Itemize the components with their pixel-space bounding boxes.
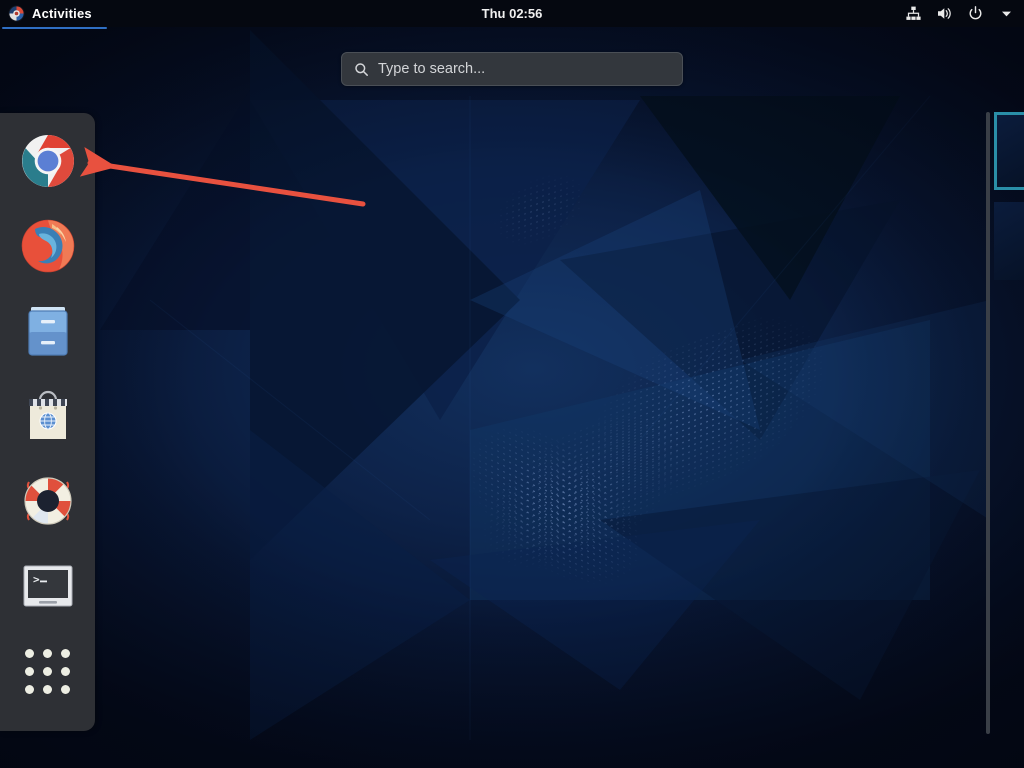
desktop-wallpaper — [0, 0, 1024, 768]
workspace-switcher[interactable] — [980, 104, 1024, 734]
dock-item-terminal[interactable]: > — [14, 549, 82, 623]
activities-active-underline — [2, 26, 107, 29]
activities-button[interactable]: Activities — [0, 0, 107, 29]
power-icon[interactable] — [967, 5, 984, 22]
network-wired-icon[interactable] — [905, 5, 922, 22]
top-bar: Activities Thu 02:56 — [0, 0, 1024, 29]
dock-item-google-chrome[interactable] — [14, 124, 82, 198]
workspace-thumbnail-2[interactable] — [994, 202, 1024, 280]
workspace-rail — [986, 112, 990, 734]
dock-item-firefox[interactable] — [14, 209, 82, 283]
system-tray — [905, 5, 1024, 22]
app-grid-icon — [25, 648, 70, 694]
distro-logo-icon — [8, 5, 25, 22]
chevron-down-icon[interactable] — [998, 5, 1015, 22]
volume-icon[interactable] — [936, 5, 953, 22]
dock-item-software[interactable] — [14, 379, 82, 453]
dock: > — [0, 113, 95, 731]
clock[interactable]: Thu 02:56 — [0, 6, 1024, 21]
activities-label: Activities — [32, 6, 92, 21]
dock-item-files[interactable] — [14, 294, 82, 368]
show-applications-button[interactable] — [14, 640, 82, 702]
desktop-screen: Activities Thu 02:56 Type to search... > — [0, 0, 1024, 768]
wallpaper-vignette — [0, 0, 1024, 768]
search-icon — [354, 62, 369, 77]
dock-item-help[interactable] — [14, 464, 82, 538]
search-input[interactable]: Type to search... — [341, 52, 683, 86]
search-placeholder: Type to search... — [378, 61, 486, 77]
svg-text:>: > — [33, 573, 40, 586]
workspace-thumbnail-1[interactable] — [994, 112, 1024, 190]
